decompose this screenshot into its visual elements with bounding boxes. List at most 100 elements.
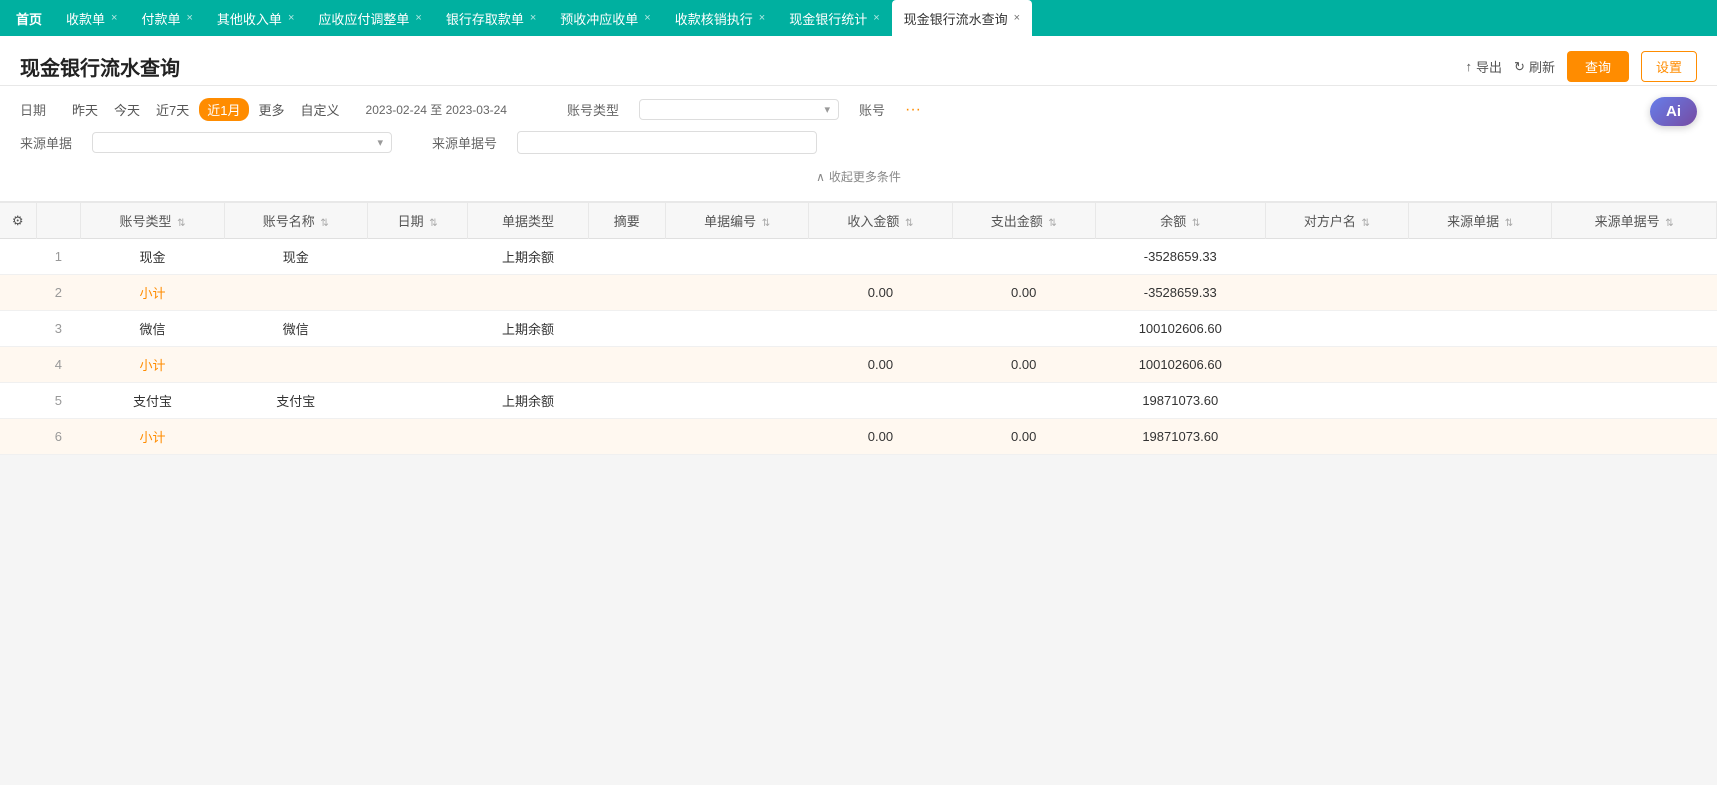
table-cell: 4 [36, 347, 81, 383]
nav-adjust[interactable]: 应收应付调整单 × [306, 0, 433, 36]
nav-bank-deposit[interactable]: 银行存取款单 × [434, 0, 548, 36]
date-opt-custom[interactable]: 自定义 [295, 98, 346, 121]
table-cell: 小计 [81, 419, 224, 455]
source-doc-no-input[interactable] [517, 131, 817, 154]
table-cell [666, 275, 809, 311]
nav-pay[interactable]: 付款单 × [129, 0, 204, 36]
col-account-type[interactable]: 账号类型 ⇅ [81, 203, 224, 239]
collapse-bar[interactable]: ∧ 收起更多条件 [20, 164, 1697, 189]
date-filter-label: 日期 [20, 100, 46, 119]
date-opt-today[interactable]: 今天 [108, 98, 146, 121]
source-doc-no-label: 来源单据号 [432, 133, 497, 152]
filter-row-date: 日期 昨天 今天 近7天 近1月 更多 自定义 2023-02-24 至 202… [20, 98, 1697, 121]
table-cell [809, 311, 952, 347]
col-account-name[interactable]: 账号名称 ⇅ [224, 203, 367, 239]
date-opt-yesterday[interactable]: 昨天 [66, 98, 104, 121]
export-button[interactable]: ↑ 导出 [1466, 57, 1503, 76]
table-cell [1408, 275, 1551, 311]
date-opt-more[interactable]: 更多 [253, 98, 291, 121]
table-cell: 上期余额 [468, 383, 588, 419]
table-cell: -3528659.33 [1095, 275, 1265, 311]
nav-verify[interactable]: 收款核销执行 × [663, 0, 777, 36]
table-cell [666, 347, 809, 383]
date-opt-1month[interactable]: 近1月 [199, 98, 248, 121]
filter-row-source: 来源单据 ▾ 来源单据号 [20, 131, 1697, 154]
source-doc-label: 来源单据 [20, 133, 72, 152]
table-row: 4小计0.000.00100102606.60 [0, 347, 1717, 383]
account-type-arrow: ▾ [824, 103, 830, 116]
table-row: 6小计0.000.0019871073.60 [0, 419, 1717, 455]
nav-other-income[interactable]: 其他收入单 × [205, 0, 306, 36]
table-cell [588, 311, 665, 347]
nav-cash-flow-label: 现金银行流水查询 [904, 9, 1008, 28]
nav-prepay[interactable]: 预收冲应收单 × [548, 0, 662, 36]
account-type-select[interactable]: ▾ [639, 99, 839, 120]
query-button-top[interactable]: 查询 [1567, 51, 1629, 82]
table-body: 1现金现金上期余额-3528659.332小计0.000.00-3528659.… [0, 239, 1717, 455]
table-row: 5支付宝支付宝上期余额19871073.60 [0, 383, 1717, 419]
table-cell [224, 347, 367, 383]
table-cell [1408, 383, 1551, 419]
table-cell [468, 275, 588, 311]
filter-area: 日期 昨天 今天 近7天 近1月 更多 自定义 2023-02-24 至 202… [0, 86, 1717, 202]
nav-adjust-close[interactable]: × [415, 12, 421, 24]
ai-button[interactable]: Ai [1650, 97, 1697, 126]
page-title: 现金银行流水查询 [20, 52, 180, 81]
table-cell [367, 419, 467, 455]
col-doc-no[interactable]: 单据编号 ⇅ [666, 203, 809, 239]
date-opt-7days[interactable]: 近7天 [150, 98, 195, 121]
refresh-icon: ↻ [1514, 59, 1525, 75]
header-actions: ↑ 导出 ↻ 刷新 查询 设置 [1466, 51, 1697, 82]
nav-prepay-close[interactable]: × [644, 12, 650, 24]
table-cell [666, 383, 809, 419]
table-cell: 100102606.60 [1095, 347, 1265, 383]
col-balance[interactable]: 余额 ⇅ [1095, 203, 1265, 239]
table-cell: 小计 [81, 275, 224, 311]
table-cell [1265, 347, 1408, 383]
page-header: 现金银行流水查询 ↑ 导出 ↻ 刷新 查询 设置 [0, 36, 1717, 86]
table-cell [588, 419, 665, 455]
table-cell [952, 239, 1095, 275]
account-ellipsis[interactable]: ··· [905, 101, 921, 119]
account-label: 账号 [859, 100, 885, 119]
table-cell [367, 239, 467, 275]
col-expense[interactable]: 支出金额 ⇅ [952, 203, 1095, 239]
table-cell [468, 347, 588, 383]
col-source-doc-no[interactable]: 来源单据号 ⇅ [1552, 203, 1717, 239]
table-cell: 微信 [224, 311, 367, 347]
nav-cash-flow[interactable]: 现金银行流水查询 × [892, 0, 1032, 36]
col-source-doc[interactable]: 来源单据 ⇅ [1408, 203, 1551, 239]
data-table: ⚙ 账号类型 ⇅ 账号名称 ⇅ 日期 ⇅ 单据类型 摘要 单据编号 ⇅ 收入金额… [0, 202, 1717, 455]
source-doc-select[interactable]: ▾ [92, 132, 392, 153]
nav-cash-flow-close[interactable]: × [1014, 12, 1020, 24]
nav-other-income-close[interactable]: × [288, 12, 294, 24]
nav-bank-deposit-close[interactable]: × [530, 12, 536, 24]
settings-button[interactable]: 设置 [1641, 51, 1697, 82]
col-date[interactable]: 日期 ⇅ [367, 203, 467, 239]
table-cell [224, 275, 367, 311]
nav-home[interactable]: 首页 [4, 0, 54, 36]
table-cell: 现金 [81, 239, 224, 275]
nav-receive[interactable]: 收款单 × [54, 0, 129, 36]
nav-cash-stat[interactable]: 现金银行统计 × [777, 0, 891, 36]
export-icon: ↑ [1466, 59, 1473, 74]
nav-bank-deposit-label: 银行存取款单 [446, 9, 524, 28]
table-cell [588, 239, 665, 275]
table-cell: 现金 [224, 239, 367, 275]
col-counterparty[interactable]: 对方户名 ⇅ [1265, 203, 1408, 239]
refresh-button[interactable]: ↻ 刷新 [1514, 57, 1555, 76]
table-cell [468, 419, 588, 455]
nav-verify-close[interactable]: × [759, 12, 765, 24]
nav-pay-close[interactable]: × [186, 12, 192, 24]
col-gear[interactable]: ⚙ [0, 203, 36, 239]
nav-receive-close[interactable]: × [111, 12, 117, 24]
nav-cash-stat-close[interactable]: × [873, 12, 879, 24]
table-cell [1265, 311, 1408, 347]
table-header-row: ⚙ 账号类型 ⇅ 账号名称 ⇅ 日期 ⇅ 单据类型 摘要 单据编号 ⇅ 收入金额… [0, 203, 1717, 239]
account-type-label: 账号类型 [567, 100, 619, 119]
table-row: 1现金现金上期余额-3528659.33 [0, 239, 1717, 275]
date-range: 2023-02-24 至 2023-03-24 [366, 101, 507, 118]
table-cell: 19871073.60 [1095, 419, 1265, 455]
table-cell [0, 239, 36, 275]
col-income[interactable]: 收入金额 ⇅ [809, 203, 952, 239]
